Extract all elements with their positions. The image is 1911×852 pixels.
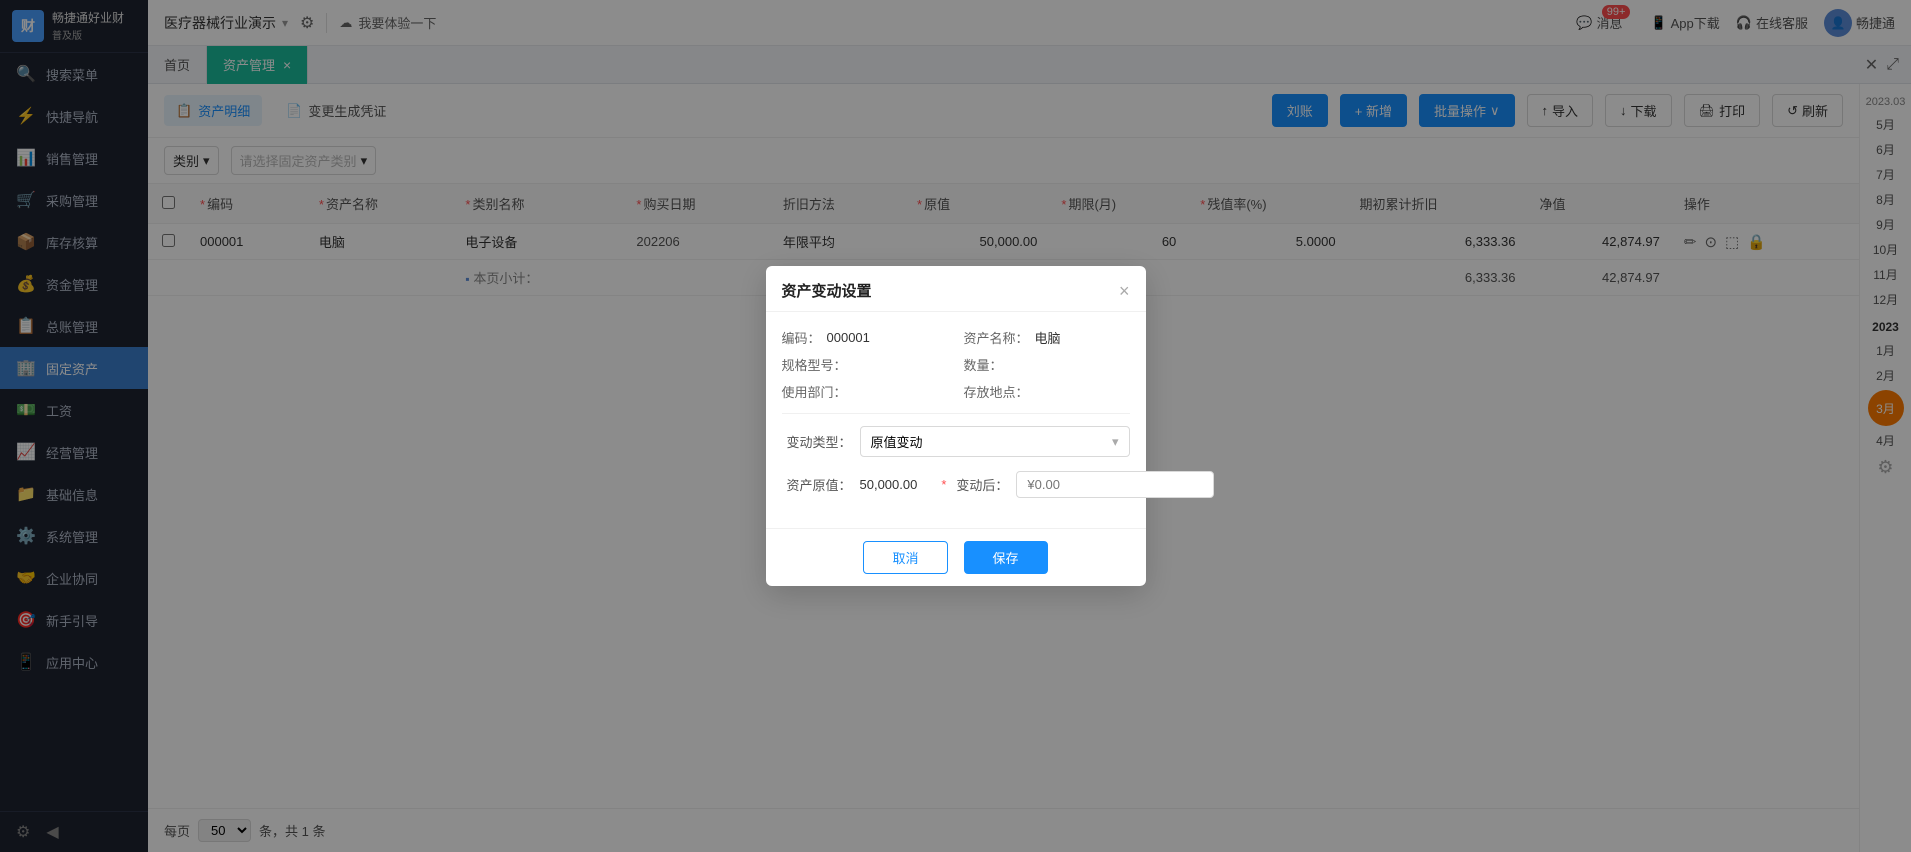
asset-change-modal: 资产变动设置 × 编码： 000001 资产名称： 电脑 规格型号： 数量： <box>766 266 1146 586</box>
modal-dept-row: 使用部门： <box>782 382 948 401</box>
modal-quantity-label: 数量： <box>964 355 1003 374</box>
modal-original-value-label: 资产原值： <box>782 475 852 494</box>
cancel-button[interactable]: 取消 <box>863 541 947 574</box>
modal-change-type-value: 原值变动 <box>871 432 923 451</box>
modal-quantity-row: 数量： <box>964 355 1130 374</box>
modal-location-label: 存放地点： <box>964 382 1029 401</box>
modal-after-change-label: 变动后： <box>956 475 1008 494</box>
modal-header: 资产变动设置 × <box>766 266 1146 312</box>
modal-location-row: 存放地点： <box>964 382 1130 401</box>
modal-close-btn[interactable]: × <box>1119 282 1130 300</box>
modal-asset-name-label: 资产名称： <box>964 328 1029 347</box>
modal-dept-label: 使用部门： <box>782 382 847 401</box>
save-button[interactable]: 保存 <box>964 541 1048 574</box>
modal-original-value-row: 资产原值： 50,000.00 * 变动后： <box>782 471 1130 498</box>
modal-code-row: 编码： 000001 <box>782 328 948 347</box>
modal-after-change-input[interactable] <box>1016 471 1214 498</box>
modal-asset-name-row: 资产名称： 电脑 <box>964 328 1130 347</box>
modal-title: 资产变动设置 <box>782 280 872 301</box>
modal-asset-name-value: 电脑 <box>1035 328 1061 347</box>
modal-change-type-chevron: ▾ <box>1112 434 1119 450</box>
modal-spec-label: 规格型号： <box>782 355 847 374</box>
modal-overlay: 资产变动设置 × 编码： 000001 资产名称： 电脑 规格型号： 数量： <box>0 0 1911 852</box>
modal-original-value-value: 50,000.00 <box>860 477 918 492</box>
modal-divider <box>782 413 1130 414</box>
modal-info-grid: 编码： 000001 资产名称： 电脑 规格型号： 数量： 使用部门： <box>782 328 1130 401</box>
modal-footer: 取消 保存 <box>766 528 1146 586</box>
required-star-icon: * <box>941 477 946 492</box>
modal-change-type-row: 变动类型： 原值变动 ▾ <box>782 426 1130 457</box>
modal-change-type-label: 变动类型： <box>782 432 852 451</box>
modal-change-type-select[interactable]: 原值变动 ▾ <box>860 426 1130 457</box>
modal-spec-row: 规格型号： <box>782 355 948 374</box>
modal-code-label: 编码： <box>782 328 821 347</box>
modal-code-value: 000001 <box>827 330 870 345</box>
modal-body: 编码： 000001 资产名称： 电脑 规格型号： 数量： 使用部门： <box>766 312 1146 528</box>
